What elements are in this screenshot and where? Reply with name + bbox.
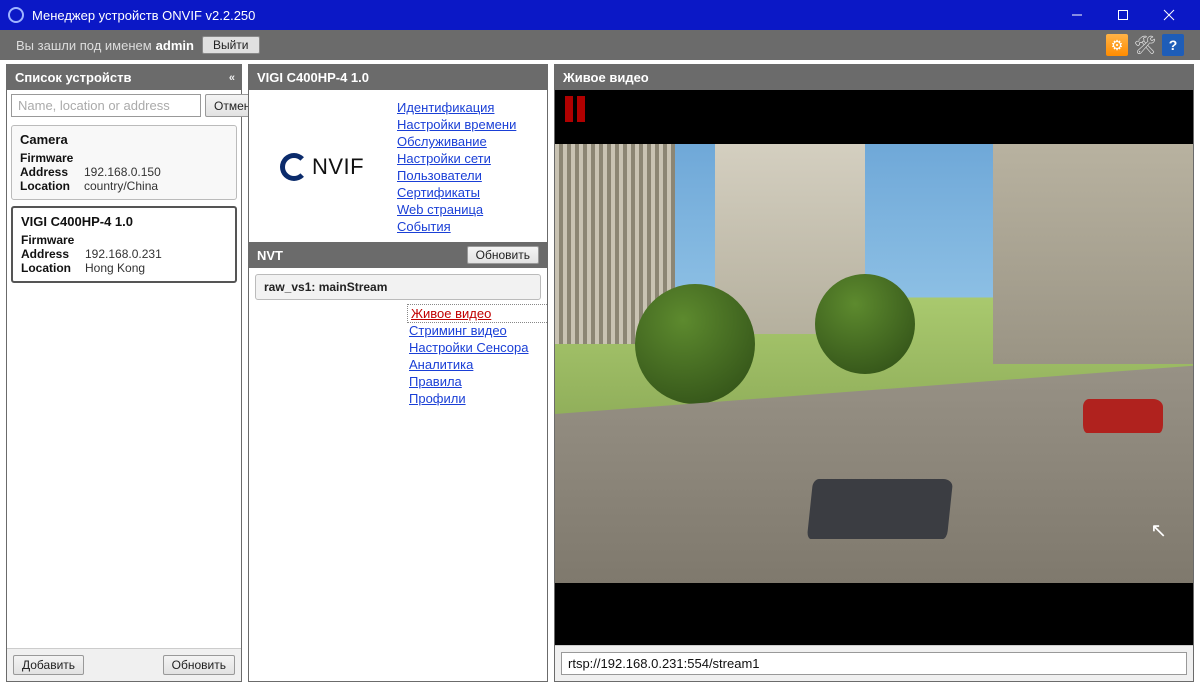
device-link[interactable]: Сертификаты: [397, 185, 516, 200]
nvt-header: NVT Обновить: [249, 242, 547, 268]
address-value: 192.168.0.231: [85, 247, 162, 261]
window-title: Менеджер устройств ONVIF v2.2.250: [32, 8, 255, 23]
close-button[interactable]: [1146, 0, 1192, 30]
onvif-logo-text: NVIF: [312, 154, 364, 180]
video-frame[interactable]: ↖: [555, 144, 1193, 583]
stream-item[interactable]: raw_vs1: mainStream: [255, 274, 541, 300]
stream-url-input[interactable]: [561, 652, 1187, 675]
device-link[interactable]: Web страница: [397, 202, 516, 217]
device-list-header: Список устройств «: [7, 65, 241, 90]
window-titlebar: Менеджер устройств ONVIF v2.2.250: [0, 0, 1200, 30]
location-label: Location: [20, 179, 84, 193]
top-toolbar: Вы зашли под именем admin Выйти: [0, 30, 1200, 60]
onvif-logo: NVIF: [257, 100, 387, 234]
onvif-ring-icon: [280, 153, 308, 181]
device-link[interactable]: Настройки времени: [397, 117, 516, 132]
device-detail-title: VIGI C400HP-4 1.0: [257, 70, 369, 85]
device-title: VIGI C400HP-4 1.0: [21, 214, 227, 229]
device-link[interactable]: События: [397, 219, 516, 234]
device-links: Идентификация Настройки времени Обслуживан…: [397, 100, 516, 234]
location-label: Location: [21, 261, 85, 275]
stream-label: raw_vs1: mainStream: [264, 280, 387, 294]
settings-icon[interactable]: [1106, 34, 1128, 56]
device-detail-header: VIGI C400HP-4 1.0: [249, 65, 547, 90]
device-list-title: Список устройств: [15, 70, 132, 85]
live-video-title: Живое видео: [563, 70, 649, 85]
address-label: Address: [21, 247, 85, 261]
pause-icon[interactable]: [565, 96, 585, 122]
live-video-header: Живое видео: [555, 65, 1193, 90]
add-button[interactable]: Добавить: [13, 655, 84, 675]
logged-in-label: Вы зашли под именем: [16, 38, 152, 53]
search-input[interactable]: [11, 94, 201, 117]
live-video-panel: Живое видео ↖: [554, 64, 1194, 682]
stream-link[interactable]: Профили: [409, 391, 547, 406]
device-item[interactable]: VIGI C400HP-4 1.0 FirmwareAddress192.168.…: [11, 206, 237, 283]
device-link[interactable]: Настройки сети: [397, 151, 516, 166]
app-icon: [8, 7, 24, 23]
device-link[interactable]: Обслуживание: [397, 134, 516, 149]
minimize-button[interactable]: [1054, 0, 1100, 30]
device-list-panel: Список устройств « Отмена CameraFirmware…: [6, 64, 242, 682]
firmware-label: Firmware: [21, 233, 85, 247]
device-detail-panel: VIGI C400HP-4 1.0 NVIF Идентификация Наст…: [248, 64, 548, 682]
maximize-button[interactable]: [1100, 0, 1146, 30]
tools-icon[interactable]: [1134, 34, 1156, 56]
firmware-label: Firmware: [20, 151, 84, 165]
stream-link[interactable]: Аналитика: [409, 357, 547, 372]
device-link[interactable]: Пользователи: [397, 168, 516, 183]
cursor-icon: ↖: [1150, 518, 1167, 543]
refresh-devices-button[interactable]: Обновить: [163, 655, 235, 675]
help-icon[interactable]: [1162, 34, 1184, 56]
device-link[interactable]: Идентификация: [397, 100, 516, 115]
stream-link[interactable]: Правила: [409, 374, 547, 389]
address-label: Address: [20, 165, 84, 179]
device-title: Camera: [20, 132, 228, 147]
location-value: country/China: [84, 179, 158, 193]
collapse-icon[interactable]: «: [229, 72, 233, 84]
stream-link[interactable]: Живое видео: [409, 306, 547, 321]
stream-link[interactable]: Настройки Сенсора: [409, 340, 547, 355]
stream-link[interactable]: Стриминг видео: [409, 323, 547, 338]
device-list: CameraFirmwareAddress192.168.0.150Locati…: [7, 121, 241, 648]
video-container: ↖: [555, 90, 1193, 645]
nvt-title: NVT: [257, 248, 283, 263]
location-value: Hong Kong: [85, 261, 145, 275]
address-value: 192.168.0.150: [84, 165, 161, 179]
username: admin: [156, 38, 194, 53]
logout-button[interactable]: Выйти: [202, 36, 260, 54]
stream-links: Живое видео Стриминг видео Настройки Сенсо…: [249, 306, 547, 406]
refresh-nvt-button[interactable]: Обновить: [467, 246, 539, 264]
device-item[interactable]: Camera FirmwareAddress192.168.0.150Locati…: [11, 125, 237, 200]
